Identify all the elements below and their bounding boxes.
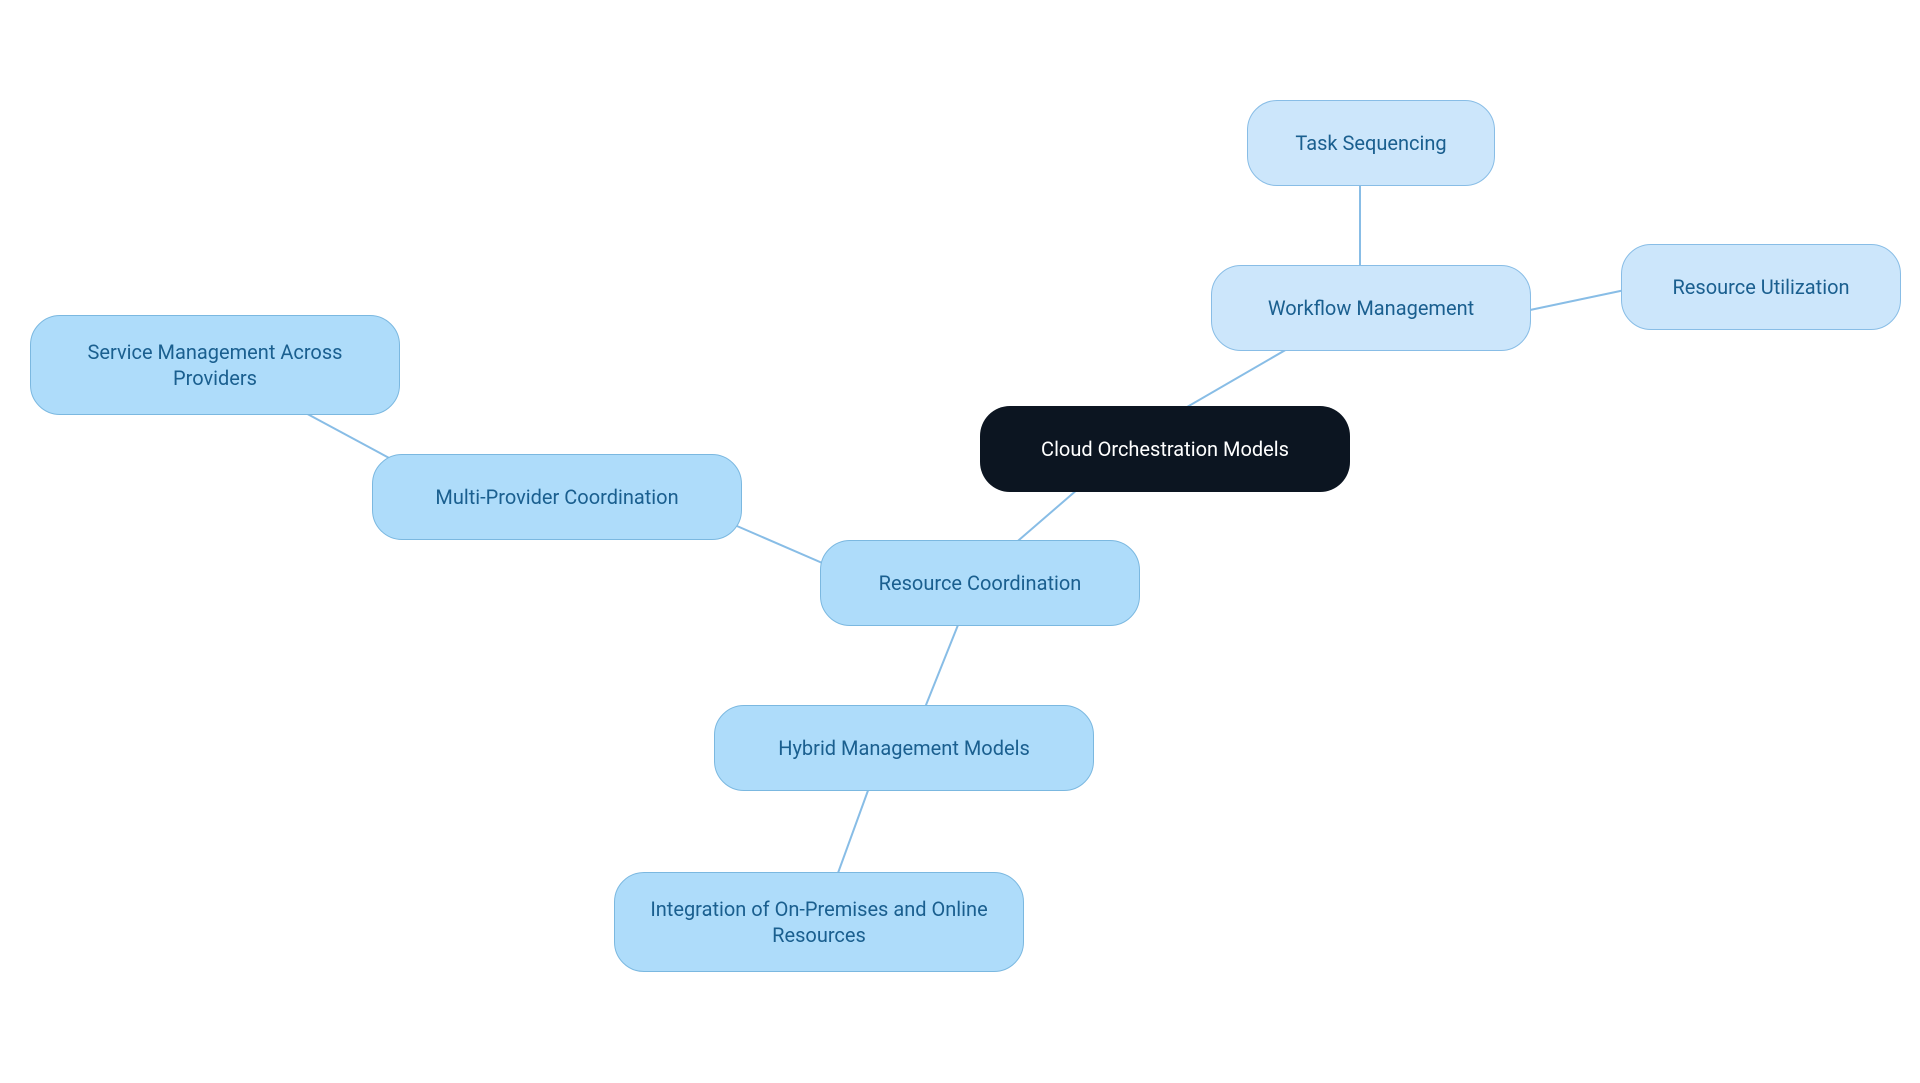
node-integration-label: Integration of On-Premises and Online Re… [639, 896, 999, 948]
node-resource-coordination-label: Resource Coordination [879, 570, 1082, 596]
node-multi-provider[interactable]: Multi-Provider Coordination [372, 454, 742, 540]
node-task-sequencing-label: Task Sequencing [1295, 130, 1446, 156]
node-multi-provider-label: Multi-Provider Coordination [435, 484, 678, 510]
node-root-label: Cloud Orchestration Models [1041, 436, 1289, 462]
node-resource-utilization-label: Resource Utilization [1672, 274, 1849, 300]
node-resource-utilization[interactable]: Resource Utilization [1621, 244, 1901, 330]
node-workflow-management-label: Workflow Management [1268, 295, 1474, 321]
node-resource-coordination[interactable]: Resource Coordination [820, 540, 1140, 626]
node-workflow-management[interactable]: Workflow Management [1211, 265, 1531, 351]
node-root[interactable]: Cloud Orchestration Models [980, 406, 1350, 492]
node-task-sequencing[interactable]: Task Sequencing [1247, 100, 1495, 186]
node-hybrid-mgmt[interactable]: Hybrid Management Models [714, 705, 1094, 791]
diagram-canvas: Cloud Orchestration Models Workflow Mana… [0, 0, 1920, 1083]
node-hybrid-mgmt-label: Hybrid Management Models [778, 735, 1030, 761]
node-service-mgmt[interactable]: Service Management Across Providers [30, 315, 400, 415]
node-service-mgmt-label: Service Management Across Providers [55, 339, 375, 391]
node-integration[interactable]: Integration of On-Premises and Online Re… [614, 872, 1024, 972]
